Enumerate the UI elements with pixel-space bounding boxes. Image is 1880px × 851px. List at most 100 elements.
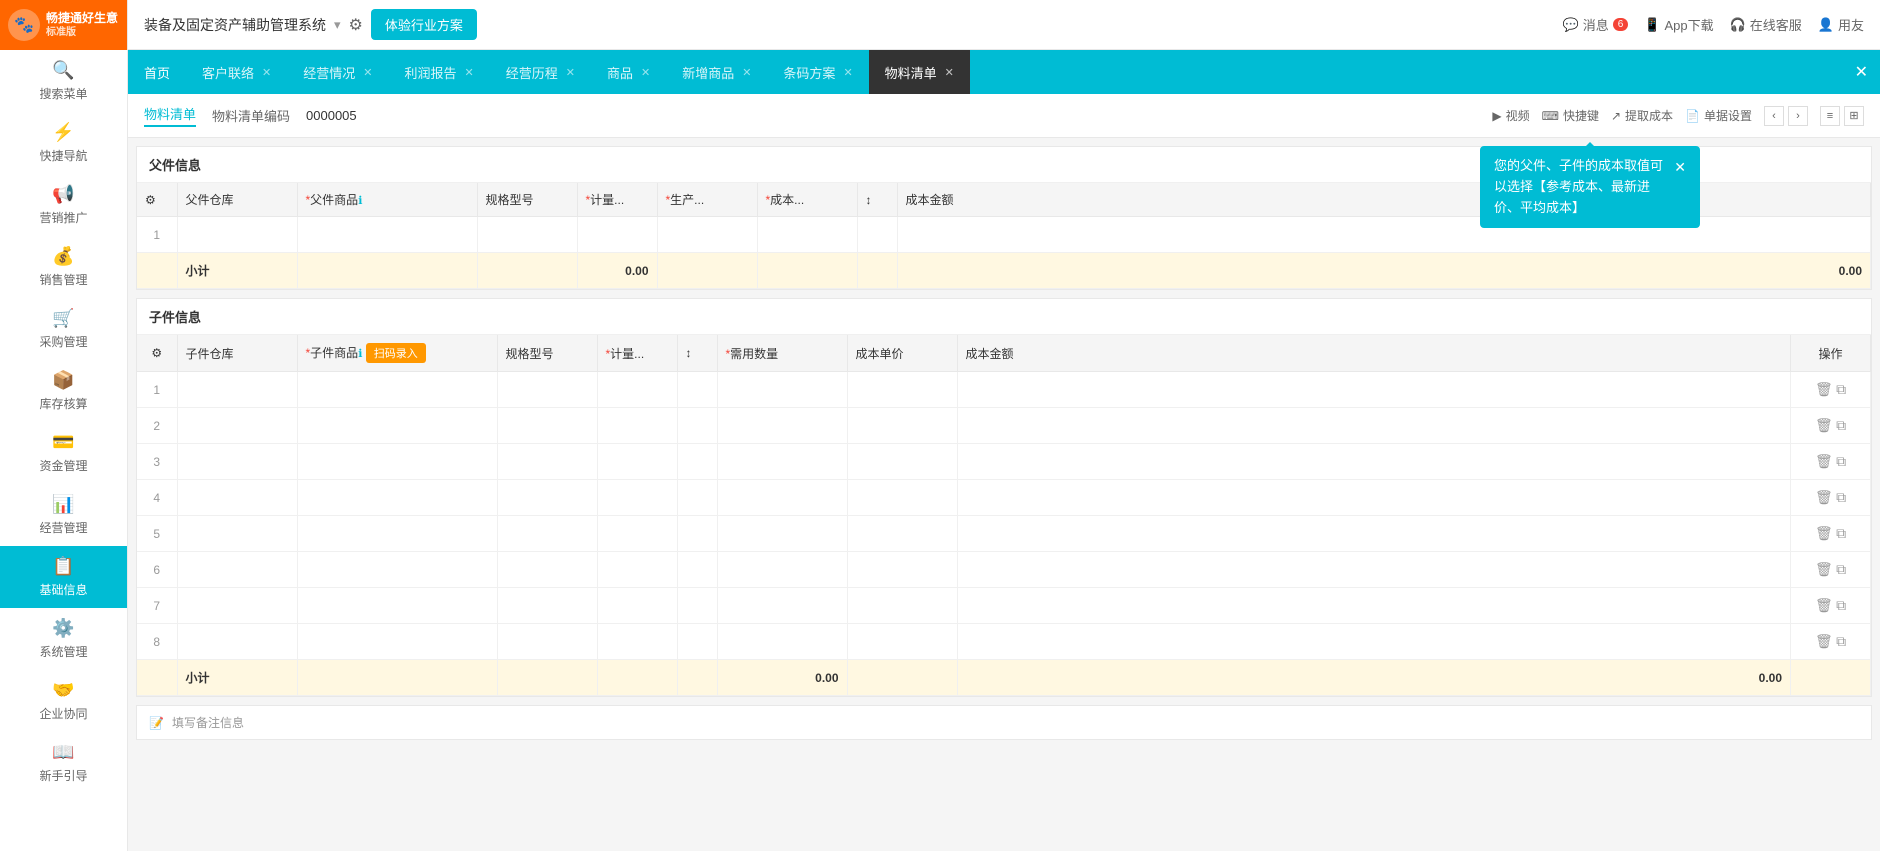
close-tab-operations[interactable]: ✕ (363, 66, 372, 79)
parent-product-cell[interactable] (297, 217, 477, 253)
parent-col-setting[interactable]: ⚙ (137, 183, 177, 217)
user-button[interactable]: 👤 用友 (1818, 15, 1864, 34)
scan-input-button[interactable]: 扫码录入 (366, 343, 426, 363)
child-product-cell[interactable] (297, 372, 497, 408)
parent-spec-cell[interactable] (477, 217, 577, 253)
close-tab-goods[interactable]: ✕ (641, 66, 650, 79)
delete-icon[interactable]: 🗑 (1815, 489, 1833, 505)
child-qty-cell[interactable] (717, 480, 847, 516)
child-warehouse-cell[interactable] (177, 444, 297, 480)
copy-icon[interactable]: ⧉ (1836, 489, 1846, 505)
copy-icon[interactable]: ⧉ (1836, 633, 1846, 649)
shortcut-button[interactable]: ⌨ 快捷键 (1542, 107, 1599, 124)
sidebar-item-marketing[interactable]: 📢营销推广 (0, 174, 127, 236)
parent-produce-cell[interactable] (657, 217, 757, 253)
delete-icon[interactable]: 🗑 (1815, 633, 1833, 649)
child-price-cell[interactable] (847, 588, 957, 624)
grid-view-button[interactable]: ⊞ (1844, 106, 1864, 126)
single-setting-button[interactable]: 📄 单据设置 (1685, 107, 1752, 124)
tab-bom[interactable]: 物料清单 (144, 104, 196, 127)
child-unit-cell[interactable] (597, 588, 677, 624)
child-product-cell[interactable] (297, 588, 497, 624)
child-qty-cell[interactable] (717, 372, 847, 408)
child-qty-cell[interactable] (717, 408, 847, 444)
child-price-cell[interactable] (847, 372, 957, 408)
child-qty-cell[interactable] (717, 624, 847, 660)
app-download-button[interactable]: 📱 App下载 (1644, 15, 1713, 34)
child-product-cell[interactable] (297, 408, 497, 444)
nav-tab-profit[interactable]: 利润报告✕ (388, 50, 489, 94)
child-unit-cell[interactable] (597, 444, 677, 480)
nav-tab-operations[interactable]: 经营情况✕ (287, 50, 388, 94)
child-price-cell[interactable] (847, 444, 957, 480)
copy-icon[interactable]: ⧉ (1836, 417, 1846, 433)
child-warehouse-cell[interactable] (177, 372, 297, 408)
child-price-cell[interactable] (847, 552, 957, 588)
child-product-cell[interactable] (297, 624, 497, 660)
child-spec-cell[interactable] (497, 516, 597, 552)
copy-icon[interactable]: ⧉ (1836, 525, 1846, 541)
sidebar-item-guide[interactable]: 📖新手引导 (0, 732, 127, 794)
copy-icon[interactable]: ⧉ (1836, 597, 1846, 613)
child-warehouse-cell[interactable] (177, 408, 297, 444)
child-warehouse-cell[interactable] (177, 624, 297, 660)
sidebar-item-quick-nav[interactable]: ⚡快捷导航 (0, 112, 127, 174)
nav-tab-customers[interactable]: 客户联络✕ (186, 50, 287, 94)
child-qty-cell[interactable] (717, 552, 847, 588)
copy-icon[interactable]: ⧉ (1836, 453, 1846, 469)
child-product-cell[interactable] (297, 480, 497, 516)
child-warehouse-cell[interactable] (177, 516, 297, 552)
tooltip-close-button[interactable]: ✕ (1674, 156, 1686, 178)
sidebar-item-finance[interactable]: 💳资金管理 (0, 422, 127, 484)
nav-tab-history[interactable]: 经营历程✕ (490, 50, 591, 94)
close-all-tabs-button[interactable]: ✕ (1843, 62, 1880, 82)
child-col-setting[interactable]: ⚙ (137, 335, 177, 372)
close-tab-profit[interactable]: ✕ (465, 66, 474, 79)
delete-icon[interactable]: 🗑 (1815, 381, 1833, 397)
child-unit-cell[interactable] (597, 408, 677, 444)
child-spec-cell[interactable] (497, 372, 597, 408)
sidebar-item-operations[interactable]: 📊经营管理 (0, 484, 127, 546)
child-spec-cell[interactable] (497, 480, 597, 516)
child-warehouse-cell[interactable] (177, 588, 297, 624)
sidebar-item-purchase[interactable]: 🛒采购管理 (0, 298, 127, 360)
child-product-cell[interactable] (297, 552, 497, 588)
child-unit-cell[interactable] (597, 624, 677, 660)
child-price-cell[interactable] (847, 408, 957, 444)
sidebar-item-sales[interactable]: 💰销售管理 (0, 236, 127, 298)
sidebar-item-search[interactable]: 🔍搜索菜单 (0, 50, 127, 112)
delete-icon[interactable]: 🗑 (1815, 453, 1833, 469)
child-spec-cell[interactable] (497, 408, 597, 444)
child-warehouse-cell[interactable] (177, 552, 297, 588)
parent-unit-cell[interactable] (577, 217, 657, 253)
child-price-cell[interactable] (847, 516, 957, 552)
child-spec-cell[interactable] (497, 624, 597, 660)
trial-button[interactable]: 体验行业方案 (371, 9, 477, 40)
child-qty-cell[interactable] (717, 516, 847, 552)
child-unit-cell[interactable] (597, 516, 677, 552)
parent-cost-cell[interactable] (757, 217, 857, 253)
delete-icon[interactable]: 🗑 (1815, 525, 1833, 541)
sidebar-item-system[interactable]: ⚙️系统管理 (0, 608, 127, 670)
settings-icon[interactable]: ⚙ (349, 15, 363, 35)
dropdown-arrow-icon[interactable]: ▾ (334, 17, 341, 33)
sidebar-item-cooperation[interactable]: 🤝企业协同 (0, 670, 127, 732)
child-spec-cell[interactable] (497, 552, 597, 588)
delete-icon[interactable]: 🗑 (1815, 417, 1833, 433)
nav-tab-new-goods[interactable]: 新增商品✕ (666, 50, 767, 94)
nav-tab-goods[interactable]: 商品✕ (591, 50, 666, 94)
extract-cost-button[interactable]: ↗ 提取成本 (1611, 107, 1673, 124)
close-tab-bom[interactable]: ✕ (945, 66, 954, 79)
close-tab-barcode[interactable]: ✕ (843, 66, 852, 79)
child-qty-cell[interactable] (717, 588, 847, 624)
close-tab-customers[interactable]: ✕ (262, 66, 271, 79)
child-price-cell[interactable] (847, 480, 957, 516)
copy-icon[interactable]: ⧉ (1836, 381, 1846, 397)
view-button[interactable]: ▶ 视频 (1492, 107, 1529, 124)
sidebar-item-inventory[interactable]: 📦库存核算 (0, 360, 127, 422)
message-button[interactable]: 💬 消息 6 (1563, 15, 1629, 34)
child-price-cell[interactable] (847, 624, 957, 660)
child-spec-cell[interactable] (497, 588, 597, 624)
copy-icon[interactable]: ⧉ (1836, 561, 1846, 577)
child-product-cell[interactable] (297, 444, 497, 480)
